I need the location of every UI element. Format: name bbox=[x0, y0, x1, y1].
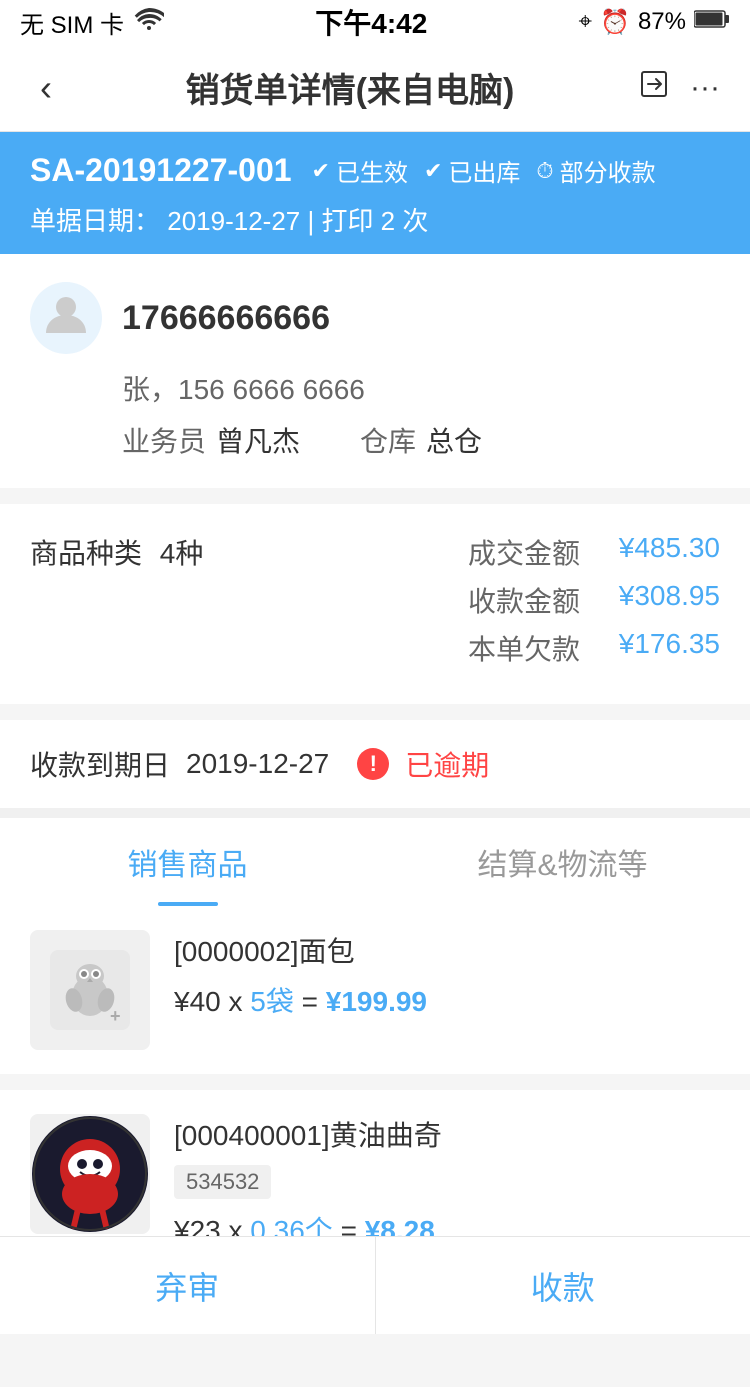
summary-row: 商品种类 4种 成交金额 ¥485.30 收款金额 ¥308.95 本单欠款 ¥… bbox=[30, 532, 720, 676]
status-left: 无 SIM 卡 bbox=[20, 5, 164, 40]
status-shipped: ✔ 已出库 bbox=[424, 153, 520, 188]
tab-products[interactable]: 销售商品 bbox=[0, 818, 375, 906]
collect-button[interactable]: 收款 bbox=[376, 1237, 750, 1334]
due-date-section: 收款到期日 2019-12-27 ! 已逾期 bbox=[0, 720, 750, 818]
effective-label: 已生效 bbox=[336, 153, 408, 188]
order-date: 2019-12-27 bbox=[167, 206, 300, 236]
more-icon[interactable]: ··· bbox=[690, 71, 720, 105]
received-value: ¥308.95 bbox=[600, 580, 720, 620]
owed-label: 本单欠款 bbox=[468, 628, 580, 668]
customer-avatar bbox=[30, 282, 102, 354]
product-info-2: [000400001]黄油曲奇 534532 ¥23 x 0.36个 = ¥8.… bbox=[174, 1114, 720, 1249]
share-icon[interactable] bbox=[638, 68, 670, 108]
status-right: ⌖ ⏰ 87% bbox=[579, 8, 730, 37]
salesperson-label: 业务员 bbox=[122, 420, 206, 460]
product-total-1: ¥199.99 bbox=[326, 986, 427, 1017]
owed-amount: 本单欠款 ¥176.35 bbox=[468, 628, 720, 668]
check-icon-shipped: ✔ bbox=[424, 158, 442, 184]
reject-button[interactable]: 弃审 bbox=[0, 1237, 376, 1334]
clock-icon: ⏱ bbox=[536, 158, 553, 184]
tab-settle-label: 结算&物流等 bbox=[477, 840, 647, 884]
amount-summary: 成交金额 ¥485.30 收款金额 ¥308.95 本单欠款 ¥176.35 bbox=[468, 532, 720, 676]
sim-status: 无 SIM 卡 bbox=[20, 5, 124, 40]
status-effective: ✔ 已生效 bbox=[312, 153, 408, 188]
product-code-2: [000400001] bbox=[174, 1120, 330, 1151]
customer-phone: 17666666666 bbox=[122, 299, 330, 338]
due-date-label: 收款到期日 bbox=[30, 744, 170, 784]
alarm-icon: ⏰ bbox=[600, 8, 630, 37]
owed-value: ¥176.35 bbox=[600, 628, 720, 668]
page-title: 销货单详情(来自电脑) bbox=[186, 63, 515, 112]
shipped-label: 已出库 bbox=[448, 153, 520, 188]
location-icon: ⌖ bbox=[579, 8, 593, 36]
overdue-text: 已逾期 bbox=[405, 744, 489, 784]
salesperson-value: 曾凡杰 bbox=[216, 420, 300, 460]
print-count: | 打印 2 次 bbox=[307, 206, 428, 236]
collect-label: 收款 bbox=[531, 1263, 595, 1309]
check-icon-effective: ✔ bbox=[312, 158, 330, 184]
tabs: 销售商品 结算&物流等 bbox=[0, 818, 750, 906]
nav-actions: ··· bbox=[638, 68, 720, 108]
customer-section: 17666666666 张，156 6666 6666 业务员 曾凡杰 仓库 总… bbox=[0, 254, 750, 488]
deal-amount: 成交金额 ¥485.30 bbox=[468, 532, 720, 572]
product-type: 商品种类 4种 bbox=[30, 532, 203, 572]
order-id: SA-20191227-001 bbox=[30, 152, 292, 189]
status-tags: ✔ 已生效 ✔ 已出库 ⏱ 部分收款 bbox=[312, 153, 656, 188]
nav-bar: ‹ 销货单详情(来自电脑) ··· bbox=[0, 44, 750, 132]
product-name-2: [000400001]黄油曲奇 bbox=[174, 1114, 720, 1154]
warehouse-label: 仓库 bbox=[360, 420, 416, 460]
order-date-line: 单据日期： 2019-12-27 | 打印 2 次 bbox=[30, 201, 720, 238]
due-date-value: 2019-12-27 bbox=[186, 748, 329, 780]
svg-text:+: + bbox=[110, 1006, 121, 1026]
warehouse-item: 仓库 总仓 bbox=[360, 420, 482, 460]
tab-settle[interactable]: 结算&物流等 bbox=[375, 818, 750, 906]
status-bar: 无 SIM 卡 下午4:42 ⌖ ⏰ 87% bbox=[0, 0, 750, 44]
avatar-icon bbox=[42, 289, 90, 347]
received-amount: 收款金额 ¥308.95 bbox=[468, 580, 720, 620]
deal-value: ¥485.30 bbox=[600, 532, 720, 572]
order-header: SA-20191227-001 ✔ 已生效 ✔ 已出库 ⏱ 部分收款 单据日期：… bbox=[0, 132, 750, 254]
summary-section: 商品种类 4种 成交金额 ¥485.30 收款金额 ¥308.95 本单欠款 ¥… bbox=[0, 504, 750, 704]
partial-label: 部分收款 bbox=[560, 153, 656, 188]
battery-level: 87% bbox=[638, 8, 686, 36]
received-label: 收款金额 bbox=[468, 580, 580, 620]
customer-contact: 张，156 6666 6666 bbox=[122, 368, 720, 408]
warehouse-value: 总仓 bbox=[426, 420, 482, 460]
product-code-1: [0000002] bbox=[174, 936, 299, 967]
deal-label: 成交金额 bbox=[468, 532, 580, 572]
product-name-1: [0000002]面包 bbox=[174, 930, 720, 970]
date-label: 单据日期： bbox=[30, 206, 160, 236]
status-time: 下午4:42 bbox=[315, 2, 427, 42]
banner-top: SA-20191227-001 ✔ 已生效 ✔ 已出库 ⏱ 部分收款 bbox=[30, 152, 720, 189]
product-thumbnail-1: + bbox=[30, 930, 150, 1050]
product-qty-1: 5袋 bbox=[250, 986, 294, 1017]
product-type-count: 4种 bbox=[160, 538, 204, 569]
tab-products-label: 销售商品 bbox=[128, 840, 248, 884]
battery-icon bbox=[694, 8, 730, 36]
salesperson-item: 业务员 曾凡杰 bbox=[122, 420, 300, 460]
product-price-1: ¥40 x 5袋 = ¥199.99 bbox=[174, 980, 720, 1020]
product-thumbnail-2 bbox=[30, 1114, 150, 1234]
product-type-label: 商品种类 bbox=[30, 538, 142, 569]
status-partial: ⏱ 部分收款 bbox=[536, 153, 655, 188]
back-button[interactable]: ‹ bbox=[30, 57, 62, 119]
product-info-1: [0000002]面包 ¥40 x 5袋 = ¥199.99 bbox=[174, 930, 720, 1020]
reject-label: 弃审 bbox=[155, 1263, 219, 1309]
customer-details: 业务员 曾凡杰 仓库 总仓 bbox=[122, 420, 720, 460]
list-item: + [0000002]面包 ¥40 x 5袋 = ¥199.99 bbox=[0, 906, 750, 1074]
product-list: + [0000002]面包 ¥40 x 5袋 = ¥199.99 bbox=[0, 906, 750, 1273]
bottom-bar: 弃审 收款 bbox=[0, 1236, 750, 1334]
product-badge-2: 534532 bbox=[174, 1165, 271, 1199]
wifi-icon bbox=[134, 8, 164, 37]
overdue-icon: ! bbox=[357, 748, 389, 780]
customer-header: 17666666666 bbox=[30, 282, 720, 354]
